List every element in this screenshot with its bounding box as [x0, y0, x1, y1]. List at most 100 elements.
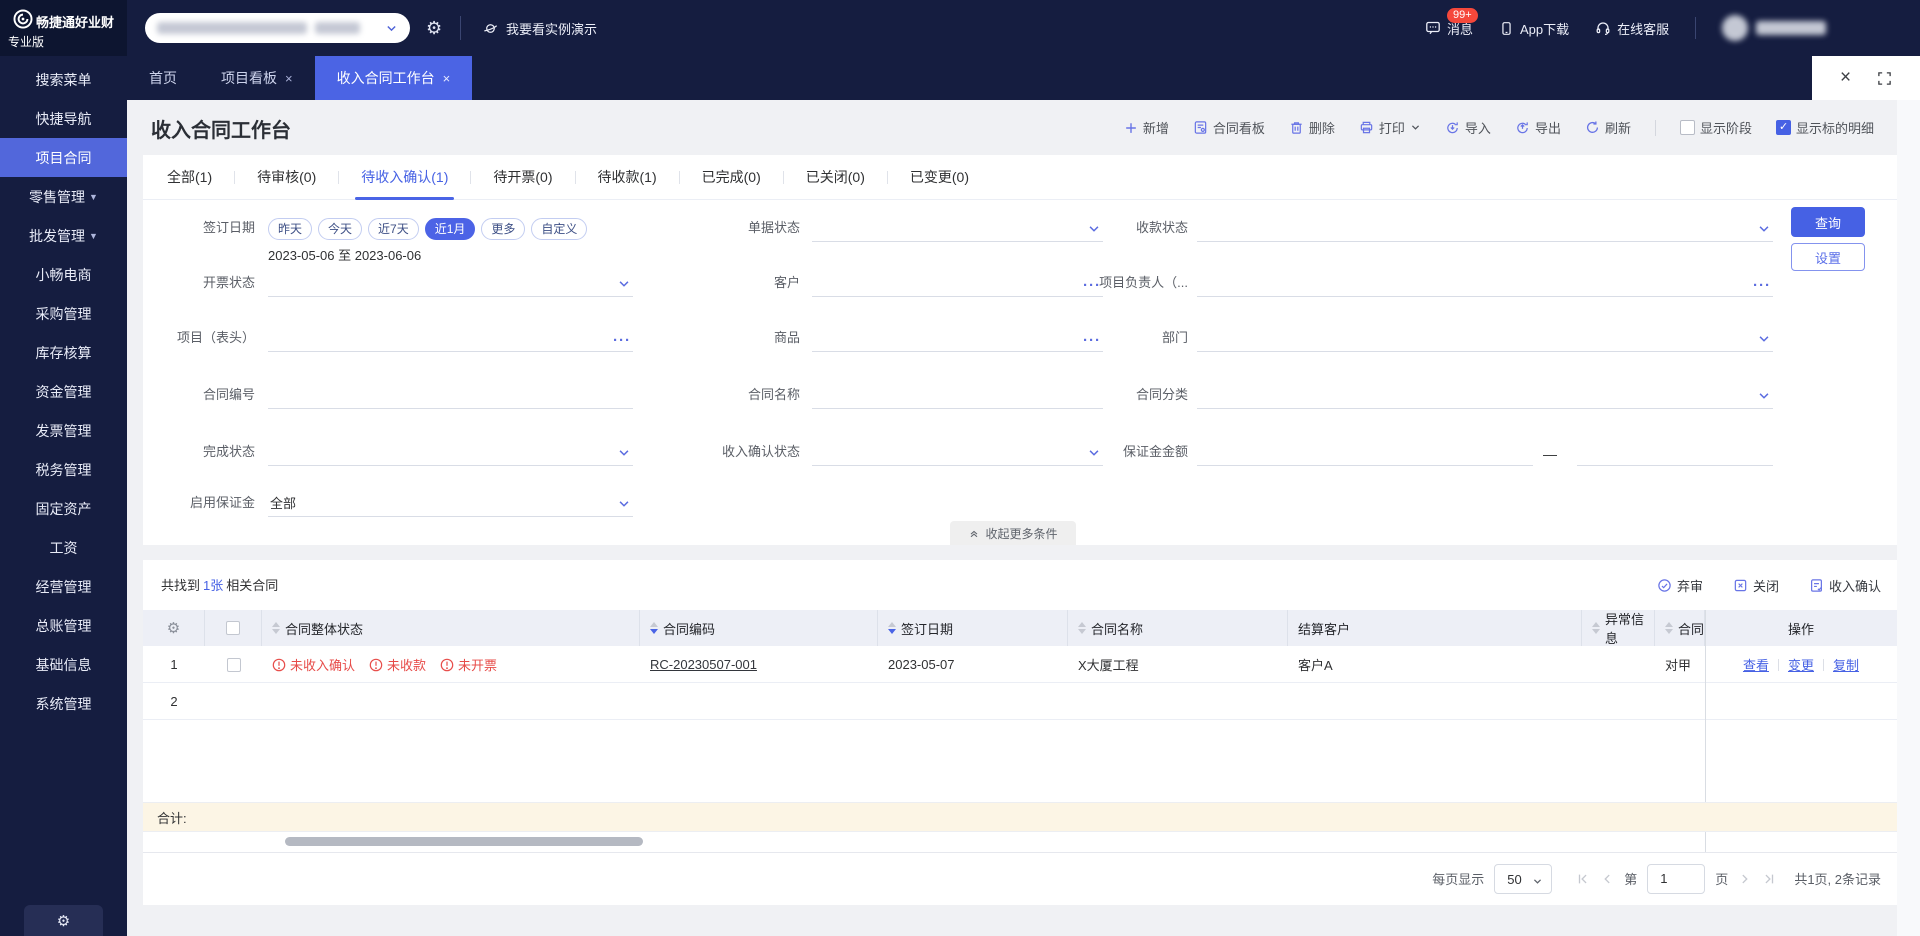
copy-link[interactable]: 复制: [1833, 655, 1859, 674]
sort-icon[interactable]: [1665, 622, 1673, 634]
income-confirm-button[interactable]: 收入确认: [1809, 576, 1881, 595]
delete-button[interactable]: 删除: [1289, 118, 1335, 137]
close-icon[interactable]: ×: [285, 71, 293, 86]
show-detail-checkbox[interactable]: 显示标的明细: [1775, 118, 1874, 137]
pill-custom[interactable]: 自定义: [531, 218, 588, 240]
project-header-picker[interactable]: ···: [268, 326, 633, 352]
header-contract-name[interactable]: 合同名称: [1068, 610, 1288, 646]
pill-today[interactable]: 今天: [318, 218, 363, 240]
header-settle-customer[interactable]: 结算客户: [1288, 610, 1582, 646]
change-link[interactable]: 变更: [1788, 655, 1814, 674]
sort-icon[interactable]: [272, 622, 280, 634]
sort-icon[interactable]: [650, 622, 658, 634]
settings-button[interactable]: 设置: [1791, 243, 1865, 271]
next-page-button[interactable]: [1738, 872, 1752, 886]
header-contract-status[interactable]: 合同整体状态: [262, 610, 640, 646]
last-page-button[interactable]: [1762, 872, 1776, 886]
horizontal-scrollbar[interactable]: [285, 837, 643, 846]
tab-project-board[interactable]: 项目看板 ×: [199, 56, 315, 100]
deposit-amount-min-input[interactable]: [1197, 440, 1533, 466]
messages-button[interactable]: 消息 99+: [1425, 7, 1478, 38]
status-tab-pending-audit[interactable]: 待审核(0): [214, 155, 318, 199]
add-button[interactable]: 新增: [1124, 118, 1169, 137]
fullscreen-icon[interactable]: [1877, 71, 1892, 86]
close-icon[interactable]: ×: [1840, 67, 1851, 89]
sidebar-item-inventory[interactable]: 库存核算: [0, 333, 127, 372]
close-icon[interactable]: ×: [443, 71, 451, 86]
demo-link[interactable]: 我要看实例演示: [482, 0, 597, 56]
sidebar-item-invoice[interactable]: 发票管理: [0, 411, 127, 450]
header-contract-code[interactable]: 合同编码: [640, 610, 878, 646]
page-number-input[interactable]: [1647, 863, 1706, 894]
contract-category-select[interactable]: [1197, 383, 1773, 409]
date-range-value[interactable]: 2023-05-06 至 2023-06-06: [268, 245, 421, 264]
table-row[interactable]: 2: [143, 683, 1897, 720]
tab-income-contract-workbench[interactable]: 收入合同工作台 ×: [314, 56, 473, 100]
sidebar-item-project-contract[interactable]: 项目合同: [0, 138, 127, 177]
status-tab-pending-invoice[interactable]: 待开票(0): [450, 155, 554, 199]
status-tab-changed[interactable]: 已变更(0): [867, 155, 971, 199]
refresh-button[interactable]: 刷新: [1585, 118, 1631, 137]
print-button[interactable]: 打印: [1359, 118, 1421, 137]
gear-icon[interactable]: ⚙: [426, 17, 442, 39]
receipt-status-select[interactable]: [1197, 216, 1773, 242]
header-abnormal-info[interactable]: 异常信息: [1582, 610, 1655, 646]
invoice-status-select[interactable]: [268, 271, 633, 297]
sort-icon[interactable]: [1078, 622, 1086, 634]
sidebar-item-fixed-assets[interactable]: 固定资产: [0, 489, 127, 528]
sidebar-item-search-menu[interactable]: 搜索菜单: [0, 60, 127, 99]
sidebar-item-basic-info[interactable]: 基础信息: [0, 645, 127, 684]
header-sign-date[interactable]: 签订日期: [878, 610, 1068, 646]
query-button[interactable]: 查询: [1791, 207, 1865, 237]
row-checkbox[interactable]: [205, 646, 262, 683]
pill-yesterday[interactable]: 昨天: [268, 218, 313, 240]
department-select[interactable]: [1197, 326, 1773, 352]
status-tab-pending-receipt[interactable]: 待收款(1): [555, 155, 659, 199]
pill-last7days[interactable]: 近7天: [368, 218, 419, 240]
prev-page-button[interactable]: [1600, 872, 1614, 886]
sidebar-item-general-ledger[interactable]: 总账管理: [0, 606, 127, 645]
view-link[interactable]: 查看: [1743, 655, 1769, 674]
sidebar-item-system[interactable]: 系统管理: [0, 684, 127, 723]
tab-home[interactable]: 首页: [127, 56, 199, 100]
header-contract-cut[interactable]: 合同: [1655, 610, 1705, 646]
sort-icon[interactable]: [1592, 622, 1600, 634]
table-row[interactable]: 1 未收入确认 未收款 未开票 RC-20230507-001 2023-05-…: [143, 646, 1897, 683]
project-manager-picker[interactable]: ···: [1197, 271, 1773, 297]
contract-no-input[interactable]: [268, 383, 633, 409]
contract-code-link[interactable]: RC-20230507-001: [650, 657, 757, 672]
discard-audit-button[interactable]: 弃审: [1657, 576, 1703, 595]
deposit-amount-max-input[interactable]: [1577, 440, 1773, 466]
sidebar-item-retail[interactable]: 零售管理 ▼: [0, 177, 127, 216]
sidebar-item-payroll[interactable]: 工资: [0, 528, 127, 567]
pill-last-month[interactable]: 近1月: [424, 218, 476, 240]
sidebar-item-funds[interactable]: 资金管理: [0, 372, 127, 411]
app-download-button[interactable]: App下载: [1499, 19, 1569, 38]
sidebar-item-wholesale[interactable]: 批发管理 ▼: [0, 216, 127, 255]
status-tab-pending-income-confirm[interactable]: 待收入确认(1): [318, 155, 455, 200]
user-account[interactable]: [1722, 15, 1827, 41]
finish-status-select[interactable]: [268, 440, 633, 466]
status-tab-all[interactable]: 全部(1): [165, 155, 214, 199]
sidebar-item-quick-nav[interactable]: 快捷导航: [0, 99, 127, 138]
status-tab-finished[interactable]: 已完成(0): [659, 155, 763, 199]
contract-board-button[interactable]: 合同看板: [1193, 118, 1265, 137]
support-button[interactable]: 在线客服: [1595, 19, 1669, 38]
first-page-button[interactable]: [1576, 872, 1590, 886]
collapse-more-filters[interactable]: 收起更多条件: [950, 521, 1076, 545]
deposit-enable-select[interactable]: 全部: [268, 491, 633, 517]
sort-icon[interactable]: [888, 622, 896, 634]
export-button[interactable]: 导出: [1515, 118, 1561, 137]
column-settings[interactable]: ⚙: [143, 610, 205, 646]
select-all-checkbox[interactable]: [205, 610, 262, 646]
sidebar-item-ecommerce[interactable]: 小畅电商: [0, 255, 127, 294]
sidebar-item-purchase[interactable]: 采购管理: [0, 294, 127, 333]
import-button[interactable]: 导入: [1445, 118, 1491, 137]
sidebar-item-tax[interactable]: 税务管理: [0, 450, 127, 489]
close-contract-button[interactable]: 关闭: [1733, 576, 1779, 595]
pill-more[interactable]: 更多: [481, 218, 526, 240]
per-page-select[interactable]: 50: [1494, 863, 1553, 894]
status-tab-closed[interactable]: 已关闭(0): [763, 155, 867, 199]
show-stage-checkbox[interactable]: 显示阶段: [1679, 118, 1752, 137]
sidebar-settings-button[interactable]: ⚙: [24, 905, 103, 936]
